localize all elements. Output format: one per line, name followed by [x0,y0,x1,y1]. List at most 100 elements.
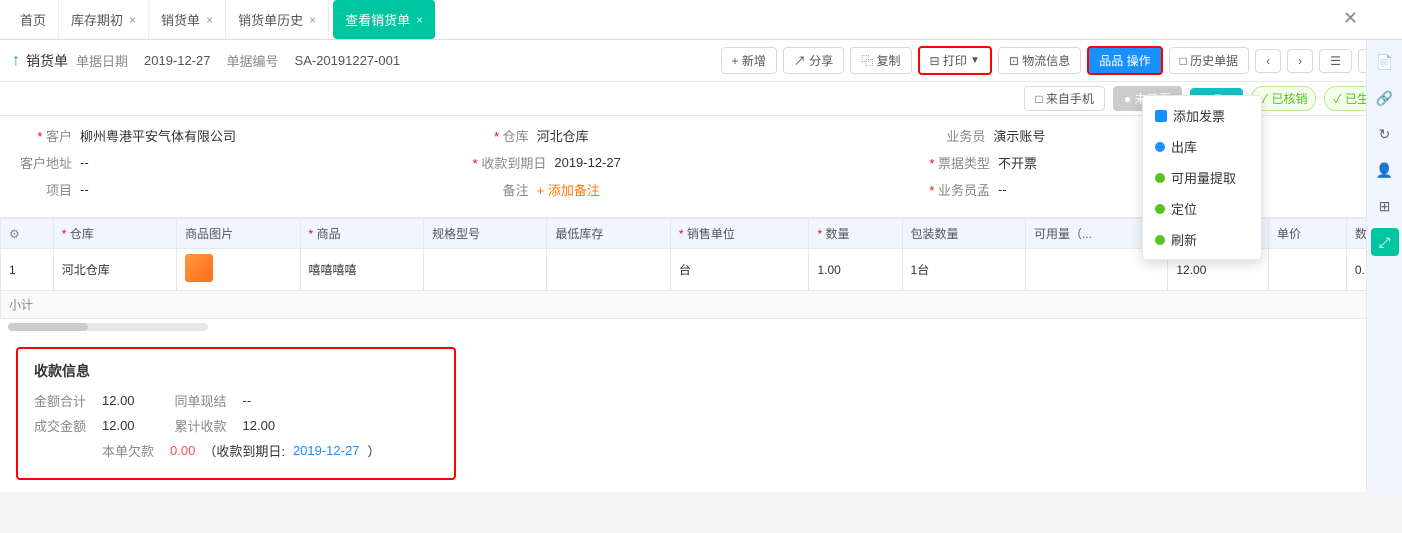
operations-button[interactable]: 品品 操作 [1087,46,1162,75]
owed-date: 2019-12-27 [293,443,360,458]
doc-title-area: ↑ 销货单 [12,51,68,71]
th-quantity: 数量 [809,219,902,249]
customer-field: 客户 柳州粤港平安气体有限公司 [16,126,473,145]
total-field: 金额合计 12.00 [34,391,135,410]
salesman-value: -- [998,182,1007,197]
address-value: -- [80,155,89,170]
cell-quantity: 1.00 [809,249,902,291]
copy-button[interactable]: ⿻ 复制 [850,47,911,74]
cumulative-value: 12.00 [243,418,276,433]
total-value: 12.00 [102,393,135,408]
close-tab-view-sales[interactable]: × [416,13,423,27]
owed-value: 0.00 [170,443,195,458]
add-invoice-item[interactable]: 添加发票 [1143,100,1261,131]
list-view-button[interactable]: ☰ [1319,49,1352,73]
due-date-label: 收款到期日 [473,153,551,172]
history-button[interactable]: □ 历史单据 [1169,47,1250,74]
address-field: 客户地址 -- [16,153,473,172]
tab-home[interactable]: 首页 [8,0,59,39]
out-warehouse-item[interactable]: 出库 [1143,131,1261,162]
cumulative-field: 累计收款 12.00 [175,416,276,435]
print-button[interactable]: ⊟ 打印 ▼ [918,46,992,75]
project-field: 项目 -- [16,180,473,199]
add-invoice-label: 添加发票 [1173,106,1225,125]
rp-expand-icon[interactable]: ⤢ [1371,228,1399,256]
window-close-icon[interactable]: ✕ [1343,8,1358,29]
logistics-button[interactable]: ⊡ 物流信息 [998,47,1081,74]
transaction-label: 成交金额 [34,416,94,435]
subtotal-row: 小计 [1,291,1402,319]
address-label: 客户地址 [16,153,76,172]
project-value: -- [80,182,89,197]
rp-grid-icon[interactable]: ⊞ [1371,192,1399,220]
th-warehouse: 仓库 [53,219,176,249]
th-min-stock: 最低库存 [547,219,670,249]
cell-warehouse: 河北仓库 [53,249,176,291]
locate-item[interactable]: 定位 [1143,193,1261,224]
rp-doc-icon[interactable]: 📄 [1371,48,1399,76]
doc-type-label: 销货单 [26,51,68,71]
tab-inventory-init[interactable]: 库存期初 × [59,0,149,39]
same-order-value: -- [243,393,252,408]
available-qty-item[interactable]: 可用量提取 [1143,162,1261,193]
date-label: 单据日期 [76,51,128,70]
ticket-type-label: 票据类型 [929,153,994,172]
refresh-icon [1155,235,1165,245]
transaction-field: 成交金额 12.00 [34,416,135,435]
payment-row-1: 金额合计 12.00 同单现结 -- [34,391,438,410]
tab-sales-history[interactable]: 销货单历史 × [226,0,329,39]
th-unit-price: 单价 [1269,219,1347,249]
add-note-button[interactable]: + 添加备注 [537,180,600,199]
close-tab-inventory[interactable]: × [129,13,136,27]
ticket-type-value: 不开票 [998,153,1037,172]
warehouse-label: 仓库 [473,126,533,145]
next-record-button[interactable]: › [1287,49,1313,73]
subtotal-label: 小计 [1,291,1402,319]
date-value: 2019-12-27 [144,53,211,68]
number-value: SA-20191227-001 [295,53,401,68]
doc-type-icon: ↑ [12,52,20,70]
customer-value: 柳州粤港平安气体有限公司 [80,126,236,145]
from-phone-button[interactable]: □ 来自手机 [1024,86,1105,111]
close-tab-history[interactable]: × [309,13,316,27]
payment-title: 收款信息 [34,361,438,381]
same-order-field: 同单现结 -- [175,391,252,410]
due-date-field: 收款到期日 2019-12-27 [473,153,930,172]
product-thumbnail [185,254,213,282]
bottom-area: 收款信息 金额合计 12.00 同单现结 -- 成交金额 12.00 累计收款 [0,335,1402,492]
owed-label: 本单欠款 [102,441,162,460]
rp-link-icon[interactable]: 🔗 [1371,84,1399,112]
due-date-value: 2019-12-27 [554,155,621,170]
transaction-value: 12.00 [102,418,135,433]
settings-icon[interactable]: ⚙ [9,227,20,241]
cell-product: 嘻嘻嘻嘻 [300,249,423,291]
th-settings: ⚙ [1,219,54,249]
cell-pkg-qty: 1台 [902,249,1025,291]
scroll-indicator[interactable] [8,323,88,331]
employee-label: 业务员 [929,126,989,145]
right-panel: 📄 🔗 ↻ 👤 ⊞ ⤢ [1366,40,1402,492]
total-label: 金额合计 [34,391,94,410]
prev-record-button[interactable]: ‹ [1255,49,1281,73]
tab-sales-order[interactable]: 销货单 × [149,0,226,39]
cell-unit: 台 [670,249,809,291]
refresh-item[interactable]: 刷新 [1143,224,1261,255]
new-button[interactable]: + 新增 [721,47,777,74]
available-qty-icon [1155,173,1165,183]
share-button[interactable]: ↗ 分享 [783,47,844,74]
rp-user-icon[interactable]: 👤 [1371,156,1399,184]
tab-view-sales[interactable]: 查看销货单 × [333,0,436,39]
salesman-label: 业务员孟 [929,180,994,199]
tab-bar: 首页 库存期初 × 销货单 × 销货单历史 × 查看销货单 × ✕ [0,0,1402,40]
same-order-label: 同单现结 [175,391,235,410]
close-tab-sales[interactable]: × [206,13,213,27]
out-warehouse-label: 出库 [1171,137,1197,156]
out-warehouse-icon [1155,142,1165,152]
rp-refresh-icon[interactable]: ↻ [1371,120,1399,148]
cumulative-label: 累计收款 [175,416,235,435]
locate-label: 定位 [1171,199,1197,218]
th-pkg-qty: 包装数量 [902,219,1025,249]
owed-field: 本单欠款 0.00 （收款到期日: 2019-12-27 ） [102,441,380,460]
number-label: 单据编号 [227,51,279,70]
th-product-img: 商品图片 [177,219,300,249]
